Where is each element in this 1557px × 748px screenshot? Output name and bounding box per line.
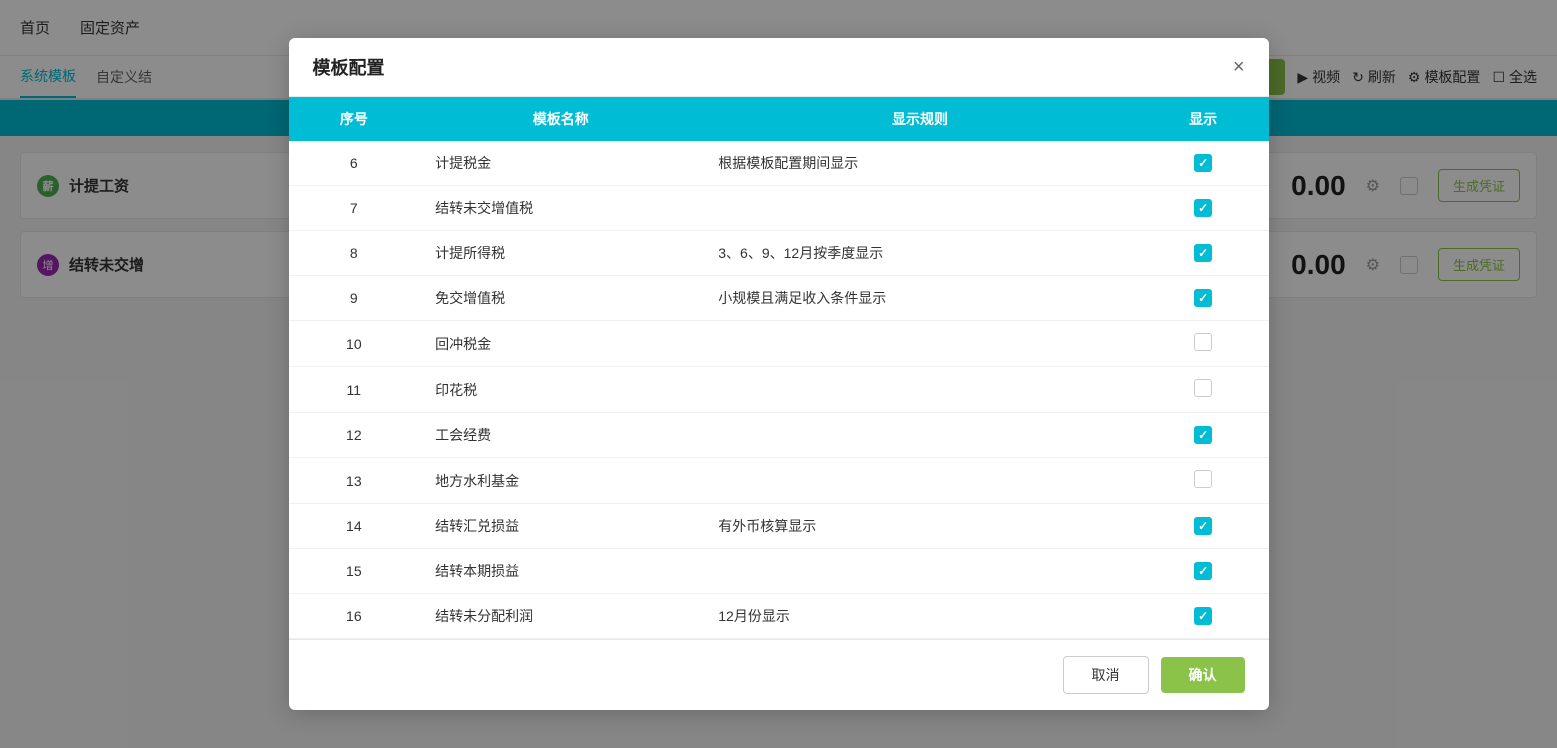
row-name: 印花税 bbox=[419, 367, 702, 413]
table-row: 8计提所得税3、6、9、12月按季度显示 bbox=[289, 231, 1269, 276]
config-table: 序号 模板名称 显示规则 显示 6计提税金根据模板配置期间显示7结转未交增值税8… bbox=[289, 97, 1269, 639]
table-header: 序号 模板名称 显示规则 显示 bbox=[289, 97, 1269, 141]
row-rule: 有外币核算显示 bbox=[702, 504, 1138, 549]
modal-header: 模板配置 × bbox=[289, 38, 1269, 97]
table-row: 7结转未交增值税 bbox=[289, 186, 1269, 231]
row-rule: 小规模且满足收入条件显示 bbox=[702, 276, 1138, 321]
table-row: 16结转未分配利润12月份显示 bbox=[289, 594, 1269, 639]
cancel-button[interactable]: 取消 bbox=[1063, 656, 1149, 694]
modal-close-button[interactable]: × bbox=[1233, 57, 1245, 77]
row-rule bbox=[702, 458, 1138, 504]
row-check-cell bbox=[1138, 276, 1269, 321]
row-rule: 3、6、9、12月按季度显示 bbox=[702, 231, 1138, 276]
confirm-button[interactable]: 确认 bbox=[1161, 657, 1245, 693]
col-header-display: 显示 bbox=[1138, 97, 1269, 141]
row-check-cell bbox=[1138, 549, 1269, 594]
row-checkbox[interactable] bbox=[1194, 426, 1212, 444]
table-row: 12工会经费 bbox=[289, 413, 1269, 458]
row-id: 15 bbox=[289, 549, 420, 594]
row-check-cell bbox=[1138, 141, 1269, 186]
table-row: 10回冲税金 bbox=[289, 321, 1269, 367]
row-checkbox[interactable] bbox=[1194, 379, 1212, 397]
row-rule bbox=[702, 367, 1138, 413]
row-name: 结转未交增值税 bbox=[419, 186, 702, 231]
table-row: 11印花税 bbox=[289, 367, 1269, 413]
table-body: 6计提税金根据模板配置期间显示7结转未交增值税8计提所得税3、6、9、12月按季… bbox=[289, 141, 1269, 639]
row-checkbox[interactable] bbox=[1194, 562, 1212, 580]
row-check-cell bbox=[1138, 413, 1269, 458]
table-row: 6计提税金根据模板配置期间显示 bbox=[289, 141, 1269, 186]
row-check-cell bbox=[1138, 186, 1269, 231]
row-checkbox[interactable] bbox=[1194, 244, 1212, 262]
col-header-rule: 显示规则 bbox=[702, 97, 1138, 141]
table-row: 15结转本期损益 bbox=[289, 549, 1269, 594]
row-rule bbox=[702, 321, 1138, 367]
row-name: 计提所得税 bbox=[419, 231, 702, 276]
row-id: 16 bbox=[289, 594, 420, 639]
modal-title: 模板配置 bbox=[313, 54, 385, 80]
row-checkbox[interactable] bbox=[1194, 607, 1212, 625]
table-row: 14结转汇兑损益有外币核算显示 bbox=[289, 504, 1269, 549]
row-name: 工会经费 bbox=[419, 413, 702, 458]
col-header-id: 序号 bbox=[289, 97, 420, 141]
row-id: 10 bbox=[289, 321, 420, 367]
modal-overlay: 模板配置 × 序号 模板名称 显示规则 显示 6计提税金根据模板配置期间显示7结… bbox=[0, 0, 1557, 748]
row-id: 6 bbox=[289, 141, 420, 186]
row-checkbox[interactable] bbox=[1194, 199, 1212, 217]
row-name: 结转未分配利润 bbox=[419, 594, 702, 639]
template-config-modal: 模板配置 × 序号 模板名称 显示规则 显示 6计提税金根据模板配置期间显示7结… bbox=[289, 38, 1269, 710]
row-check-cell bbox=[1138, 594, 1269, 639]
row-name: 地方水利基金 bbox=[419, 458, 702, 504]
row-checkbox[interactable] bbox=[1194, 333, 1212, 351]
row-checkbox[interactable] bbox=[1194, 517, 1212, 535]
row-name: 结转汇兑损益 bbox=[419, 504, 702, 549]
row-id: 7 bbox=[289, 186, 420, 231]
row-name: 结转本期损益 bbox=[419, 549, 702, 594]
row-id: 12 bbox=[289, 413, 420, 458]
row-id: 14 bbox=[289, 504, 420, 549]
row-name: 免交增值税 bbox=[419, 276, 702, 321]
row-name: 回冲税金 bbox=[419, 321, 702, 367]
modal-body: 序号 模板名称 显示规则 显示 6计提税金根据模板配置期间显示7结转未交增值税8… bbox=[289, 97, 1269, 639]
row-checkbox[interactable] bbox=[1194, 289, 1212, 307]
row-check-cell bbox=[1138, 504, 1269, 549]
row-rule: 12月份显示 bbox=[702, 594, 1138, 639]
row-rule: 根据模板配置期间显示 bbox=[702, 141, 1138, 186]
row-name: 计提税金 bbox=[419, 141, 702, 186]
col-header-name: 模板名称 bbox=[419, 97, 702, 141]
row-check-cell bbox=[1138, 367, 1269, 413]
table-row: 9免交增值税小规模且满足收入条件显示 bbox=[289, 276, 1269, 321]
row-check-cell bbox=[1138, 321, 1269, 367]
row-check-cell bbox=[1138, 231, 1269, 276]
row-check-cell bbox=[1138, 458, 1269, 504]
row-id: 11 bbox=[289, 367, 420, 413]
row-id: 13 bbox=[289, 458, 420, 504]
row-rule bbox=[702, 413, 1138, 458]
row-id: 9 bbox=[289, 276, 420, 321]
table-row: 13地方水利基金 bbox=[289, 458, 1269, 504]
row-rule bbox=[702, 186, 1138, 231]
row-checkbox[interactable] bbox=[1194, 470, 1212, 488]
modal-footer: 取消 确认 bbox=[289, 639, 1269, 710]
row-id: 8 bbox=[289, 231, 420, 276]
row-rule bbox=[702, 549, 1138, 594]
row-checkbox[interactable] bbox=[1194, 154, 1212, 172]
